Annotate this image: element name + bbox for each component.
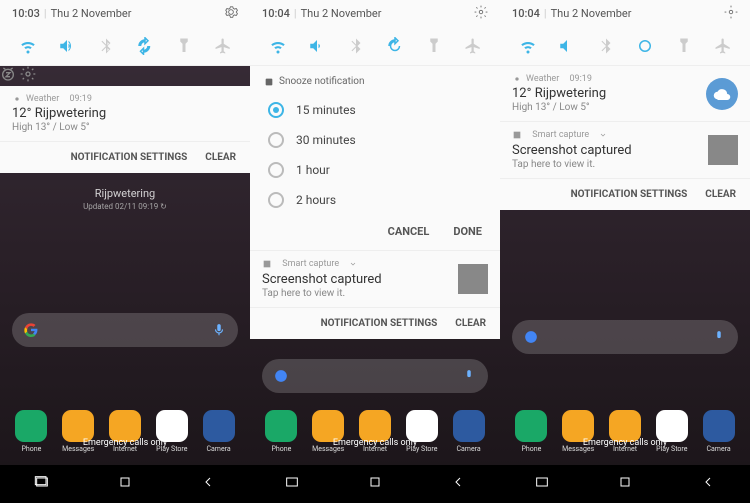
snooze-option-15min[interactable]: 15 minutes — [264, 95, 486, 125]
nav-bar — [500, 465, 750, 503]
wifi-icon[interactable] — [516, 34, 540, 58]
clear-button[interactable]: CLEAR — [455, 318, 486, 329]
weather-widget[interactable]: Rijpwetering Updated 02/11 09:19 ↻ — [0, 187, 250, 211]
recents-button[interactable] — [34, 474, 50, 494]
sound-icon[interactable] — [555, 34, 579, 58]
wifi-icon[interactable] — [266, 34, 290, 58]
quick-settings — [500, 26, 750, 66]
status-date: Thu 2 November — [51, 7, 224, 20]
weather-subtitle: High 13° / Low 5° — [12, 122, 238, 133]
notif-settings-icon[interactable] — [20, 67, 36, 86]
snooze-panel: Snooze notification 15 minutes 30 minute… — [250, 66, 500, 250]
cancel-button[interactable]: CANCEL — [388, 225, 430, 238]
clear-button[interactable]: CLEAR — [205, 152, 236, 163]
phone-screen-1: 10:03 | Thu 2 November Weather 09:19 12°… — [0, 0, 250, 503]
bluetooth-icon[interactable] — [344, 34, 368, 58]
nav-bar — [0, 465, 250, 503]
emergency-text: Emergency calls only — [250, 438, 500, 448]
rotate-icon[interactable] — [383, 34, 407, 58]
recents-button[interactable] — [534, 474, 550, 494]
bluetooth-icon[interactable] — [594, 34, 618, 58]
back-button[interactable] — [200, 474, 216, 494]
snooze-option-2hours[interactable]: 2 hours — [264, 185, 486, 215]
screenshot-notification[interactable]: Smart capture Screenshot captured Tap he… — [250, 250, 500, 307]
notification-settings-button[interactable]: NOTIFICATION SETTINGS — [71, 152, 188, 163]
notification-settings-button[interactable]: NOTIFICATION SETTINGS — [321, 318, 438, 329]
home-screen: Rijpwetering Updated 02/11 09:19 ↻ Phone… — [0, 173, 250, 503]
notification-side-actions — [0, 66, 250, 86]
chevron-down-icon[interactable] — [599, 131, 607, 139]
weather-notification[interactable]: Weather 09:19 12° Rijpwetering High 13° … — [0, 86, 250, 141]
google-icon — [274, 369, 288, 383]
quick-settings — [0, 26, 250, 66]
chevron-down-icon[interactable] — [349, 260, 357, 268]
google-search-bar[interactable] — [262, 359, 488, 393]
status-bar: 10:04 | Thu 2 November — [500, 0, 750, 26]
rotate-icon[interactable] — [133, 34, 157, 58]
sound-icon[interactable] — [55, 34, 79, 58]
google-icon — [524, 330, 538, 344]
snooze-option-30min[interactable]: 30 minutes — [264, 125, 486, 155]
status-time: 10:03 — [12, 7, 40, 20]
weather-title: 12° Rijpwetering — [12, 106, 238, 121]
sound-icon[interactable] — [305, 34, 329, 58]
notification-actions: NOTIFICATION SETTINGS CLEAR — [250, 307, 500, 339]
settings-icon[interactable] — [474, 5, 488, 22]
emergency-text: Emergency calls only — [0, 438, 250, 448]
rotate-icon[interactable] — [633, 34, 657, 58]
phone-screen-2: 10:04 | Thu 2 November Snooze notificati… — [250, 0, 500, 503]
flashlight-icon[interactable] — [422, 34, 446, 58]
home-button[interactable] — [117, 474, 133, 494]
mic-icon[interactable] — [462, 369, 476, 383]
flashlight-icon[interactable] — [172, 34, 196, 58]
screenshot-notification[interactable]: Smart capture Screenshot captured Tap he… — [500, 121, 750, 178]
status-bar: 10:04 | Thu 2 November — [250, 0, 500, 26]
home-screen: Phone Messages Internet Play Store Camer… — [250, 339, 500, 503]
settings-icon[interactable] — [724, 5, 738, 22]
snooze-icon[interactable] — [0, 67, 16, 86]
home-screen: Phone Messages Internet Play Store Camer… — [500, 210, 750, 503]
home-button[interactable] — [617, 474, 633, 494]
notification-actions: NOTIFICATION SETTINGS CLEAR — [500, 178, 750, 210]
airplane-icon[interactable] — [711, 34, 735, 58]
back-button[interactable] — [450, 474, 466, 494]
recents-button[interactable] — [284, 474, 300, 494]
flashlight-icon[interactable] — [672, 34, 696, 58]
mic-icon[interactable] — [712, 330, 726, 344]
weather-notification[interactable]: Weather 09:19 12° Rijpwetering High 13° … — [500, 66, 750, 121]
mic-icon[interactable] — [212, 323, 226, 337]
back-button[interactable] — [700, 474, 716, 494]
notification-settings-button[interactable]: NOTIFICATION SETTINGS — [571, 189, 688, 200]
airplane-icon[interactable] — [211, 34, 235, 58]
radio-selected-icon — [268, 102, 284, 118]
done-button[interactable]: DONE — [453, 225, 482, 238]
google-icon — [24, 323, 38, 337]
snooze-option-1hour[interactable]: 1 hour — [264, 155, 486, 185]
google-search-bar[interactable] — [12, 313, 238, 347]
phone-screen-3: 10:04 | Thu 2 November Weather 09:19 12°… — [500, 0, 750, 503]
notification-actions: NOTIFICATION SETTINGS CLEAR — [0, 141, 250, 173]
settings-icon[interactable] — [224, 5, 238, 22]
status-bar: 10:03 | Thu 2 November — [0, 0, 250, 26]
nav-bar — [250, 465, 500, 503]
emergency-text: Emergency calls only — [500, 438, 750, 448]
wifi-icon[interactable] — [16, 34, 40, 58]
airplane-icon[interactable] — [461, 34, 485, 58]
screenshot-thumbnail[interactable] — [458, 264, 488, 294]
google-search-bar[interactable] — [512, 320, 738, 354]
quick-settings — [250, 26, 500, 66]
home-button[interactable] — [367, 474, 383, 494]
bluetooth-icon[interactable] — [94, 34, 118, 58]
weather-cloud-icon — [706, 78, 738, 110]
screenshot-thumbnail[interactable] — [708, 135, 738, 165]
clear-button[interactable]: CLEAR — [705, 189, 736, 200]
